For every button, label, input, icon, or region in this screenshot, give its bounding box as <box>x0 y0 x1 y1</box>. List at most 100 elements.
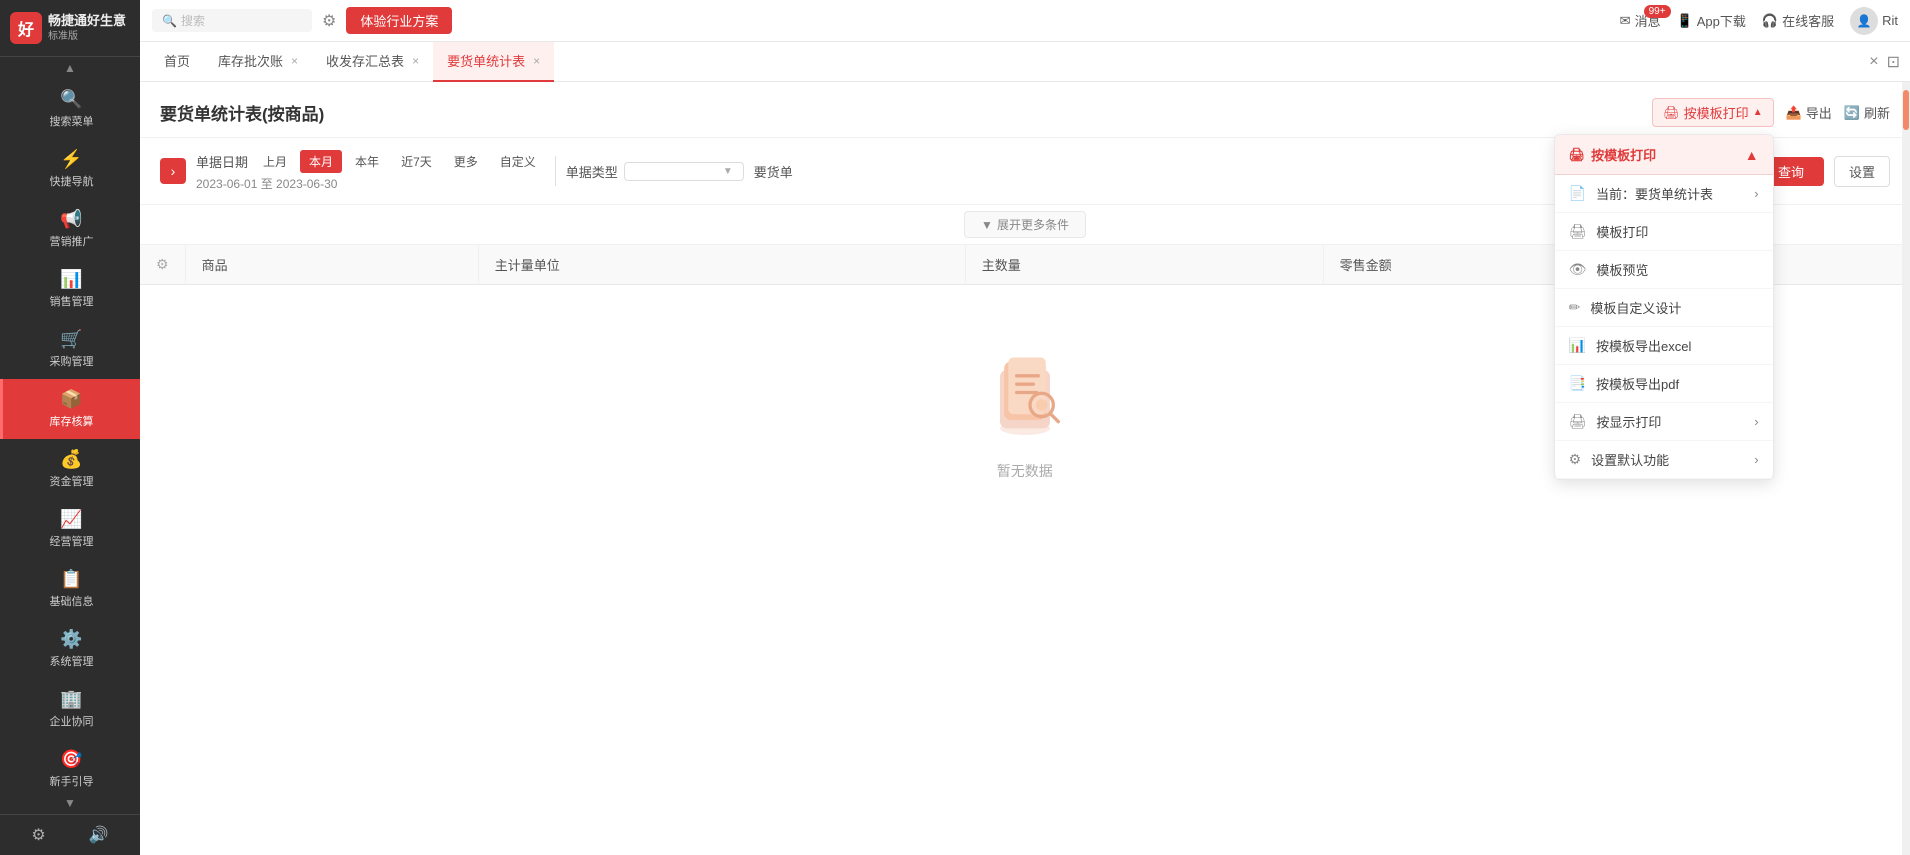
search-placeholder: 搜索 <box>181 12 205 29</box>
window-close-button[interactable]: × <box>1869 53 1878 71</box>
settings-filter-button[interactable]: 设置 <box>1834 156 1890 187</box>
tab-home[interactable]: 首页 <box>150 42 204 82</box>
page-header: 要货单统计表(按商品) 🖨 按模板打印 ▲ � <box>140 82 1910 138</box>
print-icon: 🖨 <box>1569 223 1587 240</box>
tab-collection-close[interactable]: × <box>412 55 419 67</box>
dropdown-item-display-print[interactable]: 🖨 按显示打印 › <box>1555 403 1773 441</box>
sidebar-item-operations[interactable]: 📈 经营管理 <box>0 499 140 559</box>
dropdown-item-template-design[interactable]: ✏ 模板自定义设计 <box>1555 289 1773 327</box>
refresh-button[interactable]: 🔄 刷新 <box>1844 103 1890 122</box>
tab-order-stat-close[interactable]: × <box>533 55 540 67</box>
sidebar-item-purchase[interactable]: 🛒 采购管理 <box>0 319 140 379</box>
sidebar-item-guide[interactable]: 🎯 新手引导 <box>0 739 140 792</box>
tab-batch-close[interactable]: × <box>291 55 298 67</box>
dropdown-item-export-excel[interactable]: 📊 按模板导出excel <box>1555 327 1773 365</box>
page-content: 要货单统计表(按商品) 🖨 按模板打印 ▲ � <box>140 82 1910 855</box>
date-btn-current[interactable]: 本月 <box>300 150 342 173</box>
guide-icon: 🎯 <box>60 749 82 770</box>
scrollbar-thumb <box>1903 90 1909 130</box>
type-filter-select[interactable]: ▼ <box>624 162 744 181</box>
tab-order-stat-label: 要货单统计表 <box>447 51 525 70</box>
message-button[interactable]: ✉ 消息 99+ <box>1620 11 1661 30</box>
date-btn-seven[interactable]: 近7天 <box>392 150 441 173</box>
search-icon: 🔍 <box>60 89 82 110</box>
tab-home-label: 首页 <box>164 51 190 70</box>
filter-expand-arrow[interactable]: › <box>160 158 186 184</box>
dropdown-item-set-default[interactable]: ⚙ 设置默认功能 › <box>1555 441 1773 479</box>
expand-more-button[interactable]: ▼ 展开更多条件 <box>964 211 1086 238</box>
preview-icon: 👁 <box>1569 261 1587 278</box>
date-btn-custom[interactable]: 自定义 <box>491 150 545 173</box>
main-content: 🔍 搜索 ⚙ 体验行业方案 ✉ 消息 99+ 📱 App下载 🎧 在线客服 👤 <box>140 0 1910 855</box>
sidebar-item-finance[interactable]: 💰 资金管理 <box>0 439 140 499</box>
topbar: 🔍 搜索 ⚙ 体验行业方案 ✉ 消息 99+ 📱 App下载 🎧 在线客服 👤 <box>140 0 1910 42</box>
tab-collection-label: 收发存汇总表 <box>326 51 404 70</box>
app-download-button[interactable]: 📱 App下载 <box>1677 11 1746 30</box>
export-button[interactable]: 📤 导出 <box>1786 103 1832 122</box>
dropdown-close-button[interactable]: ▲ <box>1745 147 1759 163</box>
date-filter: 单据日期 上月 本月 本年 近7天 更多 自定义 2023-06-01 至 20… <box>196 150 545 192</box>
dropdown-printer-icon: 🖨 <box>1569 147 1586 163</box>
settings-button[interactable]: ⚙ <box>31 825 45 845</box>
user-avatar[interactable]: 👤 Rit <box>1850 7 1898 35</box>
dropdown-title: 🖨 按模板打印 <box>1569 145 1657 164</box>
service-icon: 🎧 <box>1762 13 1778 29</box>
empty-text: 暂无数据 <box>997 461 1053 481</box>
sound-button[interactable]: 🔊 <box>89 825 109 845</box>
online-service-button[interactable]: 🎧 在线客服 <box>1762 11 1834 30</box>
sidebar-item-sales[interactable]: 📊 销售管理 <box>0 259 140 319</box>
sidebar-item-basic[interactable]: 📋 基础信息 <box>0 559 140 619</box>
purchase-icon: 🛒 <box>60 329 82 350</box>
sidebar-scroll-up[interactable]: ▲ <box>0 57 140 79</box>
topbar-gear-button[interactable]: ⚙ <box>322 11 336 31</box>
sidebar-scroll-down[interactable]: ▼ <box>0 792 140 814</box>
tab-collection[interactable]: 收发存汇总表 × <box>312 42 433 82</box>
design-icon: ✏ <box>1569 299 1581 316</box>
tab-batch[interactable]: 库存批次账 × <box>204 42 312 82</box>
sidebar-item-marketing[interactable]: 📢 营销推广 <box>0 199 140 259</box>
date-btn-year[interactable]: 本年 <box>346 150 388 173</box>
dropdown-item-export-pdf[interactable]: 📑 按模板导出pdf <box>1555 365 1773 403</box>
template-print-dropdown: 🖨 按模板打印 ▲ 📄 当前：要货单统计表 <box>1554 134 1774 480</box>
date-options: 上月 本月 本年 近7天 更多 自定义 <box>254 150 545 173</box>
table-settings-icon[interactable]: ⚙ <box>156 256 169 272</box>
sales-icon: 📊 <box>60 269 82 290</box>
template-print-button[interactable]: 🖨 按模板打印 ▲ <box>1652 98 1773 127</box>
tab-order-stat[interactable]: 要货单统计表 × <box>433 42 554 82</box>
empty-illustration <box>975 345 1075 445</box>
right-scrollbar[interactable] <box>1902 82 1910 855</box>
sidebar-item-quicknav[interactable]: ⚡ 快捷导航 <box>0 139 140 199</box>
display-print-icon: 🖨 <box>1569 413 1587 430</box>
sidebar-item-system[interactable]: ⚙️ 系统管理 <box>0 619 140 679</box>
topbar-right: ✉ 消息 99+ 📱 App下载 🎧 在线客服 👤 Rit <box>1620 7 1898 35</box>
dropdown-item-current[interactable]: 📄 当前：要货单统计表 › <box>1555 175 1773 213</box>
experience-button[interactable]: 体验行业方案 <box>346 7 452 34</box>
table-col-settings[interactable]: ⚙ <box>140 245 185 285</box>
type-filter-arrow: ▼ <box>723 166 733 177</box>
date-range-display: 2023-06-01 至 2023-06-30 <box>196 175 545 192</box>
printer-icon: 🖨 <box>1663 105 1680 121</box>
topbar-search-box[interactable]: 🔍 搜索 <box>152 9 312 32</box>
sidebar-item-enterprise[interactable]: 🏢 企业协同 <box>0 679 140 739</box>
page-inner: 要货单统计表(按商品) 🖨 按模板打印 ▲ � <box>140 82 1910 855</box>
dropdown-item-template-preview[interactable]: 👁 模板预览 <box>1555 251 1773 289</box>
window-maximize-button[interactable]: ⊡ <box>1887 52 1900 72</box>
date-filter-label: 单据日期 <box>196 152 248 171</box>
avatar-image: 👤 <box>1850 7 1878 35</box>
sidebar-item-search[interactable]: 🔍 搜索菜单 <box>0 79 140 139</box>
doc-icon: 📄 <box>1569 185 1586 202</box>
phone-icon: 📱 <box>1677 13 1693 29</box>
expand-more-icon: ▼ <box>981 218 993 232</box>
date-btn-more[interactable]: 更多 <box>445 150 487 173</box>
refresh-icon: 🔄 <box>1844 105 1860 121</box>
sidebar-item-inventory[interactable]: 📦 库存核算 <box>0 379 140 439</box>
type-filter-label: 单据类型 <box>566 162 618 181</box>
basic-icon: 📋 <box>60 569 82 590</box>
message-icon: ✉ <box>1620 13 1631 29</box>
table-col-qty: 主数量 <box>965 245 1323 285</box>
dropdown-item-template-print[interactable]: 🖨 模板打印 <box>1555 213 1773 251</box>
message-badge: 99+ <box>1644 5 1671 18</box>
enterprise-icon: 🏢 <box>60 689 82 710</box>
sidebar-logo: 好 畅捷通好生意 标准版 <box>0 0 140 57</box>
date-btn-last[interactable]: 上月 <box>254 150 296 173</box>
